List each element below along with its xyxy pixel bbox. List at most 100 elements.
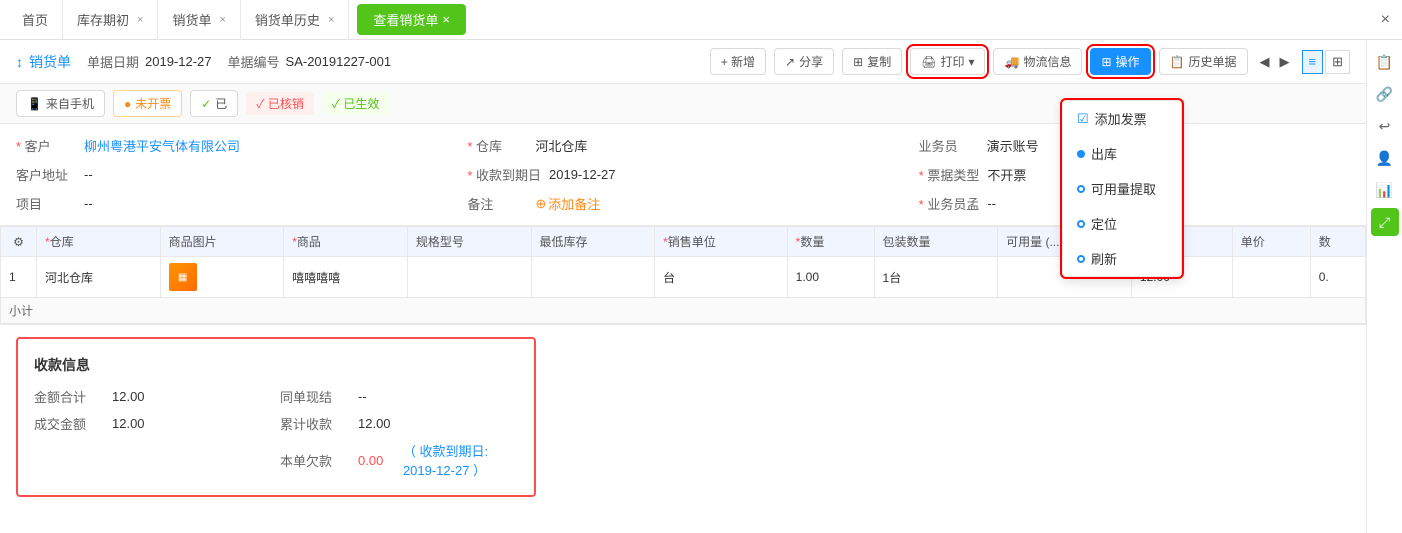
history-button[interactable]: 📋 历史单据	[1159, 48, 1248, 75]
right-sidebar: 📋 🔗 ↩ 👤 📊 ⤢	[1366, 40, 1402, 533]
td-warehouse: 河北仓库	[37, 257, 161, 298]
logistics-button[interactable]: 🚚 物流信息	[993, 48, 1082, 75]
sidebar-icon-document[interactable]: 📋	[1371, 48, 1399, 76]
tab-view-sales-close[interactable]: ×	[442, 12, 450, 27]
address-row: 客户地址 --	[16, 165, 447, 184]
deal-amount-value: 12.00	[112, 416, 145, 431]
view-btn-grid[interactable]: ⊞	[1325, 50, 1350, 74]
refresh-label: 刷新	[1091, 249, 1117, 268]
td-product: 嘻嘻嘻嘻	[284, 257, 408, 298]
share-button[interactable]: ↗ 分享	[774, 48, 834, 75]
doc-meta: 单据日期 2019-12-27 单据编号 SA-20191227-001	[87, 52, 694, 71]
view-btn-list[interactable]: ≡	[1302, 50, 1324, 74]
add-note-button[interactable]: ⊕ 添加备注	[535, 194, 600, 213]
dropdown-add-invoice[interactable]: ☑ 添加发票	[1063, 101, 1181, 136]
project-row: 项目 --	[16, 194, 447, 213]
print-icon: 🖨	[921, 55, 936, 69]
out-stock-icon	[1077, 150, 1085, 158]
available-qty-label: 可用量提取	[1091, 179, 1156, 198]
operate-button[interactable]: ⊞ 操作	[1090, 48, 1150, 75]
footer-right: 同单现结 -- 累计收款 12.00 本单欠款 0.00 （ 收款到期日: 20…	[280, 387, 518, 479]
tab-home[interactable]: 首页	[8, 0, 63, 40]
nav-next[interactable]: ▶	[1276, 52, 1294, 72]
new-button[interactable]: + 新增	[710, 48, 766, 75]
th-price: 单价	[1232, 227, 1310, 257]
sidebar-icon-chart[interactable]: 📊	[1371, 176, 1399, 204]
sidebar-icon-expand[interactable]: ⤢	[1371, 208, 1399, 236]
same-order-row: 同单现结 --	[280, 387, 518, 406]
same-order-value: --	[358, 389, 367, 404]
tab-home-label: 首页	[22, 10, 48, 29]
th-spec: 规格型号	[407, 227, 531, 257]
out-stock-label: 出库	[1091, 144, 1117, 163]
copy-button[interactable]: ⊞ 复制	[842, 48, 902, 75]
staff2-label: 业务员孟	[919, 194, 980, 213]
customer-label: 客户	[16, 136, 76, 155]
doc-icon: ↕	[16, 54, 23, 70]
amount-label: 金额合计	[34, 387, 104, 406]
doc-date-label: 单据日期	[87, 52, 139, 71]
tab-sales[interactable]: 销货单 ×	[158, 0, 240, 40]
doc-date-value: 2019-12-27	[145, 54, 212, 69]
logistics-button-label: 物流信息	[1023, 53, 1071, 70]
td-index: 1	[1, 257, 37, 298]
refresh-icon	[1077, 255, 1085, 263]
footer-left: 金额合计 12.00 成交金额 12.00	[34, 387, 272, 479]
same-order-label: 同单现结	[280, 387, 350, 406]
view-buttons: ≡ ⊞	[1302, 50, 1351, 74]
tab-sales-close[interactable]: ×	[219, 14, 225, 26]
deal-amount-label: 成交金额	[34, 414, 104, 433]
sidebar-icon-link[interactable]: 🔗	[1371, 80, 1399, 108]
effective-label: 已生效	[343, 97, 379, 111]
cumulative-label: 累计收款	[280, 414, 350, 433]
dropdown-locate[interactable]: 定位	[1063, 206, 1181, 241]
history-icon: 📋	[1170, 55, 1185, 69]
sidebar-icon-user[interactable]: 👤	[1371, 144, 1399, 172]
operate-button-label: 操作	[1116, 53, 1140, 70]
status-voided: ✓ 已核销	[246, 92, 314, 115]
tab-inventory-close[interactable]: ×	[137, 14, 143, 26]
tab-view-sales[interactable]: 查看销货单 ×	[357, 4, 466, 35]
th-package-qty: 包装数量	[874, 227, 998, 257]
invoice-label: 票据类型	[919, 165, 980, 184]
not-opened-button[interactable]: ● 未开票	[113, 90, 182, 117]
add-invoice-label: 添加发票	[1095, 109, 1147, 128]
subtotal-row: 小计	[1, 298, 1366, 324]
available-qty-icon	[1077, 185, 1085, 193]
deal-amount-row: 成交金额 12.00	[34, 414, 272, 433]
td-min-stock	[531, 257, 655, 298]
doc-number-value: SA-20191227-001	[286, 54, 392, 69]
th-product-img: 商品图片	[160, 227, 284, 257]
tab-sales-history-close[interactable]: ×	[328, 14, 334, 26]
nav-prev[interactable]: ◀	[1256, 52, 1274, 72]
project-label: 项目	[16, 194, 76, 213]
locate-icon	[1077, 220, 1085, 228]
tab-inventory[interactable]: 库存期初 ×	[63, 0, 158, 40]
window-close-button[interactable]: ×	[1381, 11, 1390, 29]
print-button[interactable]: 🖨 打印 ▾	[910, 48, 985, 75]
dropdown-available-qty[interactable]: 可用量提取	[1063, 171, 1181, 206]
from-phone-button[interactable]: 📱 来自手机	[16, 90, 105, 117]
due-date-value: 2019-12-27	[549, 167, 616, 182]
dropdown-refresh[interactable]: 刷新	[1063, 241, 1181, 276]
dropdown-out-stock[interactable]: 出库	[1063, 136, 1181, 171]
customer-value[interactable]: 柳州粤港平安气体有限公司	[84, 136, 240, 155]
check-label: 已	[215, 95, 227, 112]
add-invoice-icon: ☑	[1077, 111, 1089, 127]
this-due-note	[391, 453, 395, 468]
th-unit: *销售单位	[655, 227, 788, 257]
note-label: 备注	[467, 194, 527, 213]
share-button-label: 分享	[799, 53, 823, 70]
th-settings[interactable]: ⚙	[1, 227, 37, 257]
warehouse-value: 河北仓库	[535, 136, 587, 155]
sidebar-icon-return[interactable]: ↩	[1371, 112, 1399, 140]
invoice-value: 不开票	[987, 165, 1026, 184]
tab-bar: 首页 库存期初 × 销货单 × 销货单历史 × 查看销货单 × ×	[0, 0, 1402, 40]
note-row: 备注 ⊕ 添加备注	[467, 194, 898, 213]
check-button[interactable]: ✓ 已	[190, 90, 238, 117]
tab-sales-history[interactable]: 销货单历史 ×	[241, 0, 349, 40]
th-min-stock: 最低库存	[531, 227, 655, 257]
share-icon: ↗	[785, 55, 795, 69]
staff2-value: --	[987, 196, 996, 211]
from-phone-label: 来自手机	[46, 95, 94, 112]
